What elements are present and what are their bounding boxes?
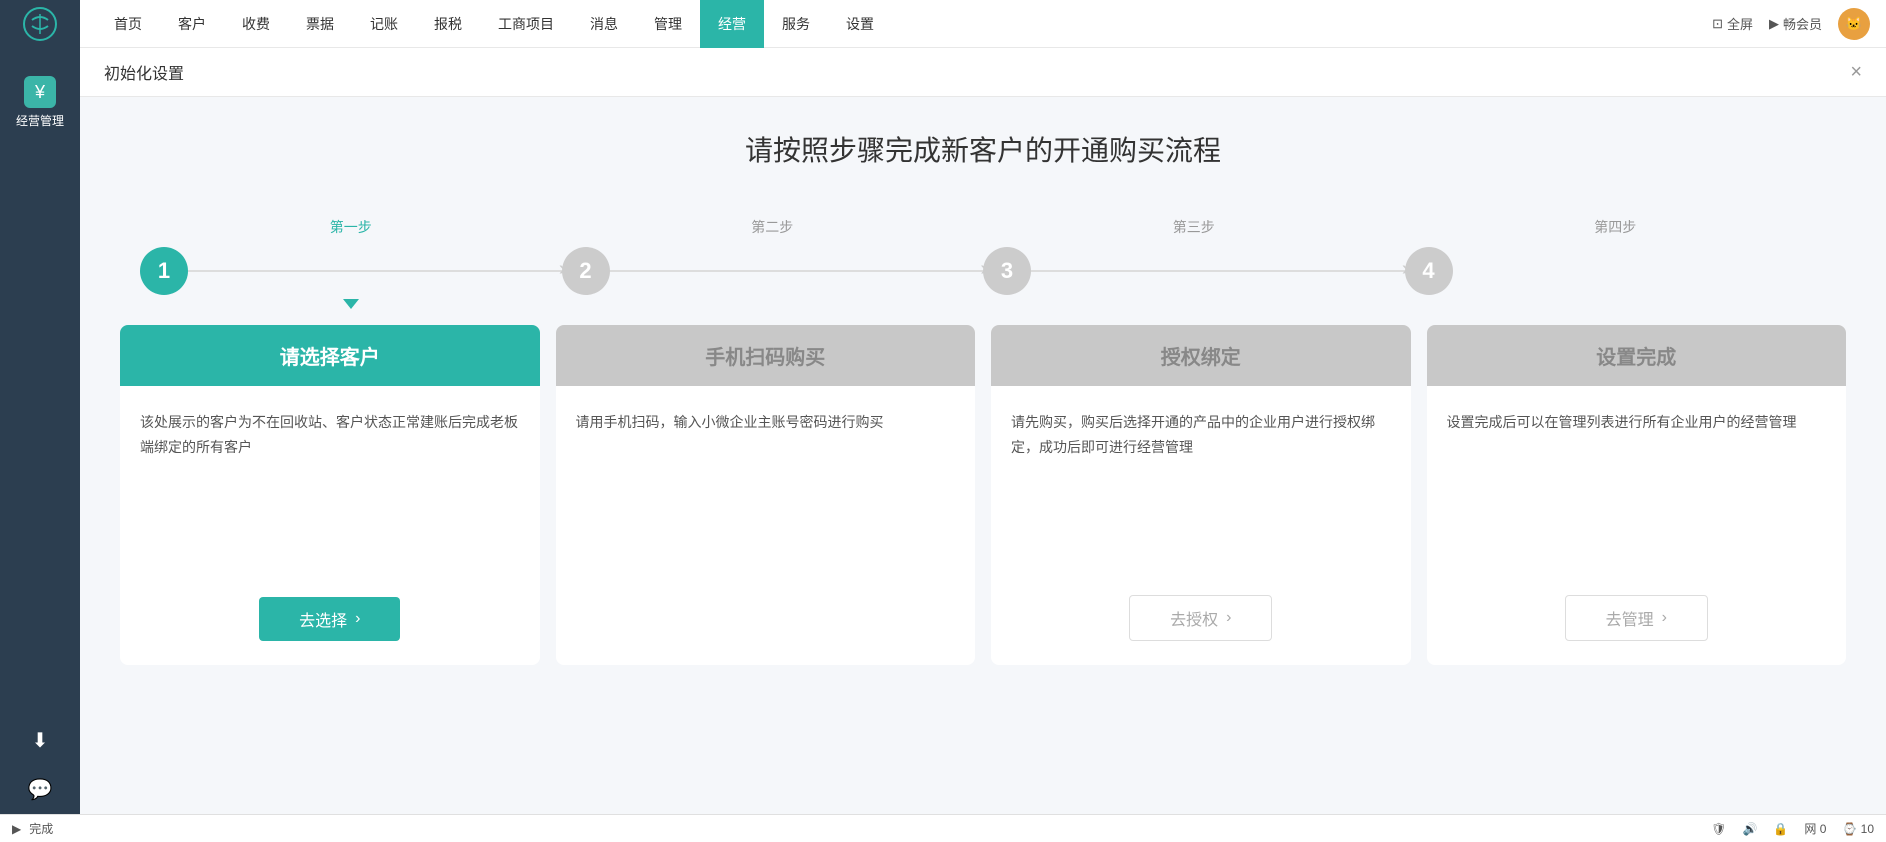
sidebar-bottom: ⬇ 💬 — [0, 716, 80, 814]
shield-icon: 🛡 — [1711, 822, 1726, 836]
status-text: 完成 — [29, 820, 53, 837]
card3-footer: 去授权 › — [991, 579, 1411, 665]
sidebar: ¥ 经营管理 ⬇ 💬 — [0, 48, 80, 814]
status-bar: ▶ 完成 🛡 🔊 🔒 网 0 ⌚ 10 — [0, 814, 1886, 842]
step4-circle: 4 — [1405, 247, 1453, 295]
go-select-icon: › — [355, 610, 360, 628]
step2-label: 第二步 — [751, 217, 793, 237]
page-title: 初始化设置 — [104, 60, 184, 84]
card4-body: 设置完成后可以在管理列表进行所有企业用户的经营管理 — [1427, 386, 1847, 579]
nav-customers[interactable]: 客户 — [160, 0, 224, 48]
nav-tax[interactable]: 报税 — [416, 0, 480, 48]
play-icon: ▶ — [12, 822, 21, 836]
card1-footer: 去选择 › — [120, 581, 540, 665]
card3-body: 请先购买，购买后选择开通的产品中的企业用户进行授权绑定，成功后即可进行经营管理 — [991, 386, 1411, 579]
nav-accounting[interactable]: 记账 — [352, 0, 416, 48]
fullscreen-icon: ⊡ — [1712, 16, 1723, 32]
nav-operations[interactable]: 经营 — [700, 0, 764, 48]
sidebar-download[interactable]: ⬇ — [0, 716, 80, 765]
step3-circle: 3 — [983, 247, 1031, 295]
download-icon: ⬇ — [32, 728, 49, 753]
card-setup-done: 设置完成 设置完成后可以在管理列表进行所有企业用户的经营管理 去管理 › — [1427, 325, 1847, 665]
main-content: 初始化设置 × 请按照步骤完成新客户的开通购买流程 第一步 1 › — [80, 48, 1886, 814]
lock-icon: 🔒 — [1773, 822, 1788, 836]
card-auth-bind: 授权绑定 请先购买，购买后选择开通的产品中的企业用户进行授权绑定，成功后即可进行… — [991, 325, 1411, 665]
step4-label: 第四步 — [1594, 217, 1636, 237]
top-nav: 首页 客户 收费 票据 记账 报税 工商项目 消息 管理 经营 服务 设置 ⊡ … — [80, 0, 1886, 48]
card4-title: 设置完成 — [1596, 347, 1676, 369]
wifi-label: 网 0 — [1804, 820, 1826, 837]
go-auth-button[interactable]: 去授权 › — [1129, 595, 1272, 641]
nav-right: ⊡ 全屏 ▶ 畅会员 🐱 — [1712, 8, 1870, 40]
step3-label: 第三步 — [1173, 217, 1215, 237]
step1-pin — [343, 299, 359, 309]
step2-number: 2 — [579, 258, 591, 284]
sidebar-help[interactable]: 💬 — [0, 765, 80, 814]
content-body: 请按照步骤完成新客户的开通购买流程 第一步 1 › 第二步 — [80, 97, 1886, 697]
step1-circle: 1 — [140, 247, 188, 295]
nav-services[interactable]: 服务 — [764, 0, 828, 48]
go-auth-label: 去授权 — [1170, 606, 1218, 630]
sidebar-item-operations[interactable]: ¥ 经营管理 — [0, 64, 80, 141]
page-header: 初始化设置 × — [80, 48, 1886, 97]
card2-title: 手机扫码购买 — [705, 347, 825, 369]
card-scan-buy: 手机扫码购买 请用手机扫码，输入小微企业主账号密码进行购买 — [556, 325, 976, 665]
member-icon: ▶ — [1769, 16, 1779, 32]
nav-management[interactable]: 管理 — [636, 0, 700, 48]
card1-header: 请选择客户 — [120, 325, 540, 386]
go-auth-icon: › — [1226, 609, 1231, 627]
go-manage-icon: › — [1662, 609, 1667, 627]
card2-body: 请用手机扫码，输入小微企业主账号密码进行购买 — [556, 386, 976, 625]
nav-bills[interactable]: 票据 — [288, 0, 352, 48]
fullscreen-btn[interactable]: ⊡ 全屏 — [1712, 14, 1753, 33]
nav-messages[interactable]: 消息 — [572, 0, 636, 48]
card2-footer — [556, 625, 976, 665]
nav-business[interactable]: 工商项目 — [480, 0, 572, 48]
step4-number: 4 — [1422, 258, 1434, 284]
help-icon: 💬 — [28, 777, 53, 802]
operations-icon: ¥ — [24, 76, 56, 108]
member-btn[interactable]: ▶ 畅会员 — [1769, 14, 1822, 33]
card4-footer: 去管理 › — [1427, 579, 1847, 665]
go-select-label: 去选择 — [299, 607, 347, 631]
member-label: 畅会员 — [1783, 14, 1822, 33]
avatar-img: 🐱 — [1846, 16, 1862, 32]
step2-circle: 2 — [562, 247, 610, 295]
card3-title: 授权绑定 — [1161, 347, 1241, 369]
app-logo — [0, 0, 80, 48]
status-bar-right: 🛡 🔊 🔒 网 0 ⌚ 10 — [1711, 820, 1874, 837]
card1-text: 该处展示的客户为不在回收站、客户状态正常建账后完成老板端绑定的所有客户 — [140, 414, 518, 455]
card1-title: 请选择客户 — [280, 347, 380, 369]
go-manage-button[interactable]: 去管理 › — [1565, 595, 1708, 641]
card1-body: 该处展示的客户为不在回收站、客户状态正常建账后完成老板端绑定的所有客户 — [120, 386, 540, 581]
nav-items: 首页 客户 收费 票据 记账 报税 工商项目 消息 管理 经营 服务 设置 — [96, 0, 1712, 48]
card3-header: 授权绑定 — [991, 325, 1411, 386]
card-select-customer: 请选择客户 该处展示的客户为不在回收站、客户状态正常建账后完成老板端绑定的所有客… — [120, 325, 540, 665]
step1-number: 1 — [158, 258, 170, 284]
fullscreen-label: 全屏 — [1727, 14, 1753, 33]
card4-header: 设置完成 — [1427, 325, 1847, 386]
card4-text: 设置完成后可以在管理列表进行所有企业用户的经营管理 — [1447, 414, 1797, 430]
battery-label: ⌚ 10 — [1842, 822, 1874, 836]
card2-header: 手机扫码购买 — [556, 325, 976, 386]
sidebar-label: 经营管理 — [16, 112, 64, 129]
step1-label: 第一步 — [330, 217, 372, 237]
nav-fees[interactable]: 收费 — [224, 0, 288, 48]
main-heading: 请按照步骤完成新客户的开通购买流程 — [120, 129, 1846, 169]
close-button[interactable]: × — [1850, 61, 1862, 84]
volume-icon: 🔊 — [1742, 822, 1757, 836]
go-select-button[interactable]: 去选择 › — [259, 597, 400, 641]
card3-text: 请先购买，购买后选择开通的产品中的企业用户进行授权绑定，成功后即可进行经营管理 — [1011, 414, 1375, 455]
user-avatar[interactable]: 🐱 — [1838, 8, 1870, 40]
step3-number: 3 — [1001, 258, 1013, 284]
go-manage-label: 去管理 — [1606, 606, 1654, 630]
cards-container: 请选择客户 该处展示的客户为不在回收站、客户状态正常建账后完成老板端绑定的所有客… — [120, 325, 1846, 665]
card2-text: 请用手机扫码，输入小微企业主账号密码进行购买 — [576, 414, 884, 430]
nav-home[interactable]: 首页 — [96, 0, 160, 48]
nav-settings[interactable]: 设置 — [828, 0, 892, 48]
